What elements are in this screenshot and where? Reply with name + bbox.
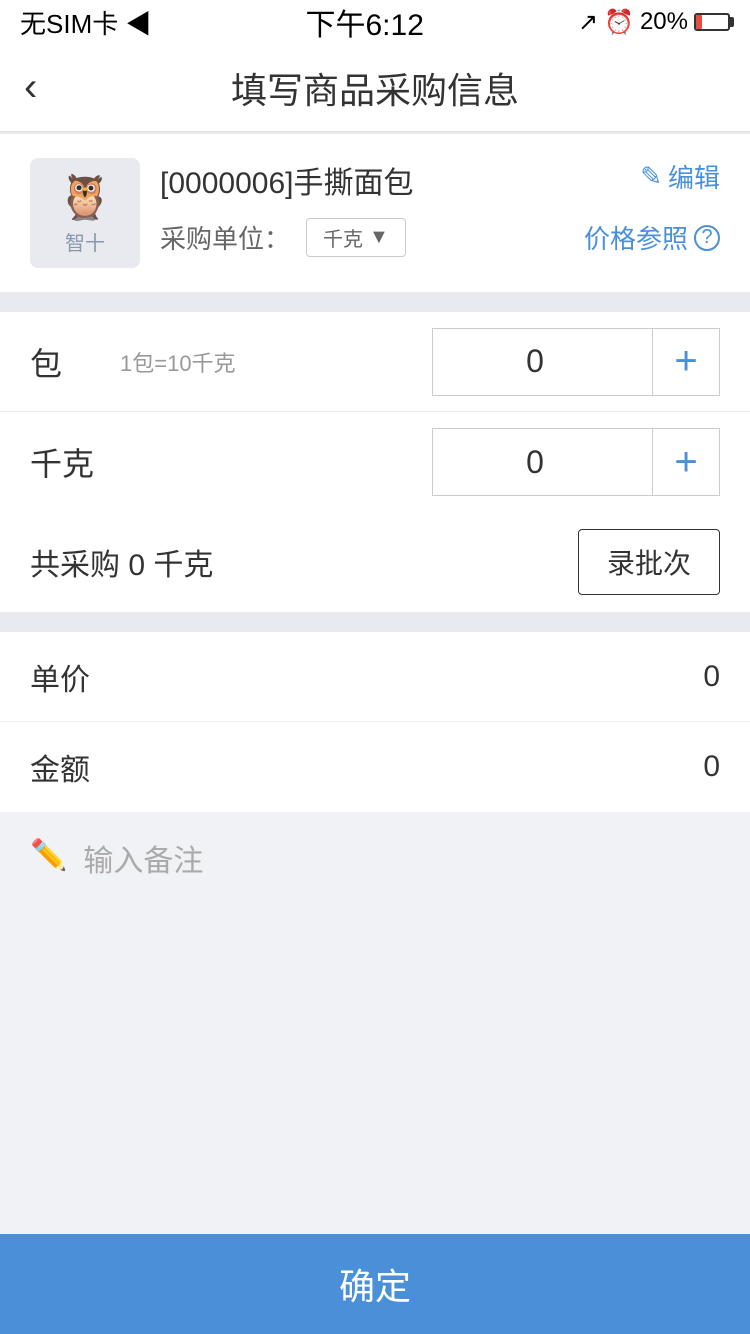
remark-area[interactable]: ✏️ 输入备注 (0, 812, 750, 932)
edit-label: 编辑 (668, 158, 720, 195)
total-row: 共采购 0 千克 录批次 (0, 512, 750, 612)
product-logo-icon: 🦉 (58, 171, 113, 223)
bao-input-wrap: + (432, 328, 720, 396)
product-info: [0000006]手撕面包 采购单位： 千克 ▼ 价格参照 ? (160, 158, 720, 257)
record-batch-button[interactable]: 录批次 (578, 529, 720, 595)
bao-sublabel: 1包=10千克 (120, 346, 236, 378)
bao-label: 包 (30, 339, 110, 385)
unit-label: 采购单位： (160, 219, 290, 256)
status-bar: 无SIM卡 ◀ 下午6:12 ↗ ⏰ 20% (0, 0, 750, 44)
battery-icon (694, 13, 730, 31)
nav-bar: ‹ 填写商品采购信息 (0, 44, 750, 132)
total-label: 共采购 0 千克 (30, 540, 578, 584)
price-section: 单价 0 金额 0 (0, 632, 750, 812)
confirm-button[interactable]: 确定 (0, 1234, 750, 1334)
bao-plus-button[interactable]: + (652, 328, 720, 396)
bao-input-row: 包 1包=10千克 + (0, 312, 750, 412)
unit-price-row: 单价 0 (0, 632, 750, 722)
amount-row: 金额 0 (0, 722, 750, 812)
kg-plus-button[interactable]: + (652, 428, 720, 496)
status-time: 下午6:12 (306, 0, 424, 44)
kg-input-wrap: + (432, 428, 720, 496)
status-left: 无SIM卡 ◀ (20, 4, 151, 41)
unit-value: 千克 (323, 223, 363, 252)
kg-label: 千克 (30, 439, 110, 485)
unit-select[interactable]: 千克 ▼ (306, 218, 406, 257)
product-thumbnail: 🦉 智十 (30, 158, 140, 268)
unit-price-label: 单价 (30, 655, 703, 699)
product-name: [0000006]手撕面包 (160, 158, 720, 202)
unit-price-value: 0 (703, 660, 720, 694)
price-reference-button[interactable]: 价格参照 ? (584, 219, 720, 256)
section-separator-1 (0, 292, 750, 312)
kg-input-row: 千克 + (0, 412, 750, 512)
unit-dropdown-icon: ▼ (369, 226, 389, 249)
brand-label: 智十 (65, 227, 105, 256)
section-separator-2 (0, 612, 750, 632)
quantity-section: 包 1包=10千克 + 千克 + (0, 312, 750, 512)
remark-placeholder: 输入备注 (83, 836, 203, 880)
kg-input[interactable] (432, 428, 652, 496)
sim-status: 无SIM卡 ◀ (20, 4, 151, 41)
price-ref-label: 价格参照 (584, 219, 688, 256)
back-button[interactable]: ‹ (24, 65, 37, 110)
page-title: 填写商品采购信息 (231, 62, 519, 114)
edit-button[interactable]: ✎ 编辑 (640, 158, 720, 195)
edit-icon: ✎ (640, 161, 662, 192)
amount-label: 金额 (30, 745, 703, 789)
status-right: ↗ ⏰ 20% (578, 8, 730, 37)
product-card: 🦉 智十 [0000006]手撕面包 采购单位： 千克 ▼ 价格参照 ? ✎ 编… (0, 134, 750, 292)
battery-level: 20% (640, 8, 688, 36)
content-background (0, 932, 750, 1232)
pencil-icon: ✏️ (30, 838, 67, 873)
product-unit-row: 采购单位： 千克 ▼ 价格参照 ? (160, 218, 720, 257)
location-icon: ↗ (578, 8, 598, 37)
bao-input[interactable] (432, 328, 652, 396)
alarm-icon: ⏰ (604, 8, 634, 37)
help-icon: ? (694, 225, 720, 251)
amount-value: 0 (703, 750, 720, 784)
